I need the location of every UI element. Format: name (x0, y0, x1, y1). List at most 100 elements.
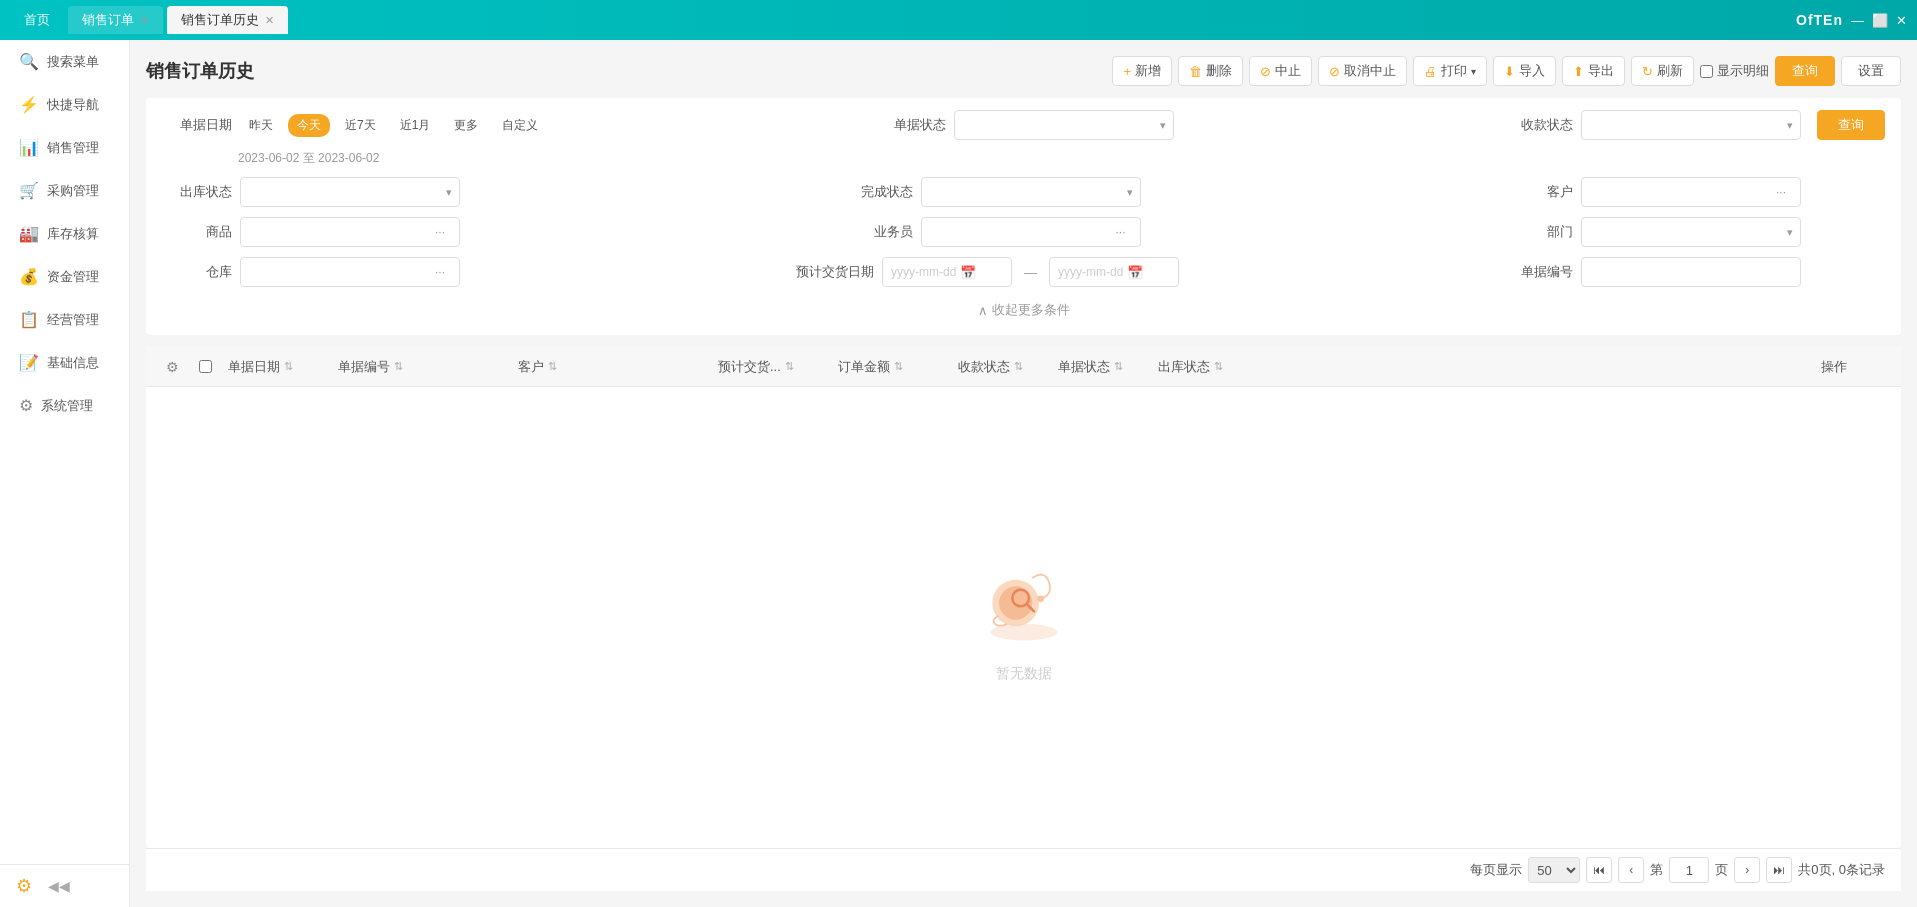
stop-button[interactable]: ⊘ 中止 (1249, 56, 1312, 86)
first-page-btn[interactable]: ⏮ (1586, 857, 1612, 883)
th-action-label: 操作 (1821, 358, 1847, 376)
date-btn-custom[interactable]: 自定义 (493, 114, 547, 137)
delivery-date-start-input[interactable]: yyyy-mm-dd 📅 (882, 257, 1012, 287)
collapse-icon: ∧ (978, 303, 988, 318)
th-pay-status[interactable]: 收款状态 ⇅ (950, 358, 1050, 376)
print-button[interactable]: 🖨 打印 ▾ (1413, 56, 1487, 86)
export-icon: ⬆ (1573, 64, 1584, 79)
warehouse-filter-label: 仓库 (162, 263, 232, 281)
th-delivery[interactable]: 预计交货... ⇅ (710, 358, 830, 376)
prev-page-btn[interactable]: ‹ (1618, 857, 1644, 883)
pagination: 每页显示 50 10 20 100 ⏮ ‹ 第 页 › ⏭ 共0页, 0条记录 (146, 848, 1901, 891)
date-btn-more[interactable]: 更多 (445, 114, 487, 137)
refresh-button[interactable]: ↻ 刷新 (1631, 56, 1694, 86)
query-button[interactable]: 查询 (1775, 56, 1835, 86)
tab-home[interactable]: 首页 (10, 6, 64, 34)
select-all-input[interactable] (199, 360, 212, 373)
cancel-stop-button[interactable]: ⊘ 取消中止 (1318, 56, 1407, 86)
sidebar-item-quicknav[interactable]: ⚡ 快捷导航 (0, 83, 129, 126)
close-btn[interactable]: ✕ (1896, 13, 1907, 28)
table-wrapper: ⚙ 单据日期 ⇅ 单据编号 ⇅ 客户 ⇅ 预计交货... (146, 347, 1901, 848)
sales-icon: 📊 (19, 138, 39, 157)
delivery-date-end-placeholder: yyyy-mm-dd (1058, 265, 1123, 279)
th-customer[interactable]: 客户 ⇅ (510, 358, 710, 376)
order-no-input[interactable] (1590, 258, 1792, 286)
th-delivery-sort-icon: ⇅ (785, 360, 794, 373)
customer-input[interactable] (1590, 178, 1770, 206)
date-btn-today[interactable]: 今天 (288, 114, 330, 137)
pay-status-select[interactable] (1581, 110, 1801, 140)
print-dropdown-icon: ▾ (1471, 66, 1476, 77)
sidebar-item-search[interactable]: 🔍 搜索菜单 (0, 40, 129, 83)
sidebar-item-basicinfo[interactable]: 📝 基础信息 (0, 341, 129, 384)
collapse-row: ∧ 收起更多条件 (162, 297, 1885, 323)
sidebar-item-sales-label: 销售管理 (47, 139, 99, 157)
th-number[interactable]: 单据编号 ⇅ (330, 358, 510, 376)
salesperson-ellipsis-btn[interactable]: ··· (1109, 223, 1131, 241)
product-ellipsis-btn[interactable]: ··· (429, 223, 451, 241)
table-select-all-checkbox[interactable] (190, 360, 220, 373)
sidebar-item-operation[interactable]: 📋 经营管理 (0, 298, 129, 341)
new-button[interactable]: + 新增 (1112, 56, 1172, 86)
sidebar-item-inventory[interactable]: 🏭 库存核算 (0, 212, 129, 255)
tab-sales-order-history-close[interactable]: ✕ (265, 14, 274, 27)
salesperson-input[interactable] (930, 218, 1110, 246)
date-range-text: 2023-06-02 至 2023-06-02 (238, 150, 379, 167)
sidebar-item-purchase[interactable]: 🛒 采购管理 (0, 169, 129, 212)
restore-btn[interactable]: ⬜ (1872, 13, 1888, 28)
setting-button[interactable]: 设置 (1841, 56, 1901, 86)
total-text: 共0页, 0条记录 (1798, 861, 1885, 879)
refresh-icon: ↻ (1642, 64, 1653, 79)
out-status-select[interactable] (240, 177, 460, 207)
dept-select[interactable] (1581, 217, 1801, 247)
th-out-status[interactable]: 出库状态 ⇅ (1150, 358, 1250, 376)
empty-state: 暂无数据 (146, 387, 1901, 848)
import-button[interactable]: ⬇ 导入 (1493, 56, 1556, 86)
th-date[interactable]: 单据日期 ⇅ (220, 358, 330, 376)
table-settings-icon[interactable]: ⚙ (154, 359, 190, 375)
last-page-btn[interactable]: ⏭ (1766, 857, 1792, 883)
collapse-btn[interactable]: ∧ 收起更多条件 (974, 297, 1074, 323)
new-icon: + (1123, 64, 1131, 79)
show-detail-checkbox-label[interactable]: 显示明细 (1700, 62, 1769, 80)
delete-button[interactable]: 🗑 删除 (1178, 56, 1243, 86)
tab-sales-order-history[interactable]: 销售订单历史 ✕ (167, 6, 288, 34)
th-pay-status-label: 收款状态 (958, 358, 1010, 376)
date-filter-label: 单据日期 (162, 116, 232, 134)
export-button[interactable]: ⬆ 导出 (1562, 56, 1625, 86)
page-size-select[interactable]: 50 10 20 100 (1528, 857, 1580, 883)
product-input[interactable] (249, 218, 429, 246)
show-detail-checkbox[interactable] (1700, 65, 1713, 78)
sidebar-collapse-icon[interactable]: ◀◀ (48, 878, 70, 894)
date-separator: — (1020, 265, 1041, 280)
tab-sales-order-close[interactable]: ✕ (140, 14, 149, 27)
next-page-btn[interactable]: › (1734, 857, 1760, 883)
sidebar-item-system[interactable]: ⚙ 系统管理 (0, 384, 129, 427)
delete-icon: 🗑 (1189, 64, 1202, 79)
sidebar-item-capital[interactable]: 💰 资金管理 (0, 255, 129, 298)
pay-status-select-wrapper: ▾ (1581, 110, 1801, 140)
customer-ellipsis-btn[interactable]: ··· (1770, 183, 1792, 201)
th-action: 操作 (1813, 358, 1893, 376)
sidebar-item-sales[interactable]: 📊 销售管理 (0, 126, 129, 169)
th-order-status[interactable]: 单据状态 ⇅ (1050, 358, 1150, 376)
warehouse-ellipsis-btn[interactable]: ··· (429, 263, 451, 281)
warehouse-input[interactable] (249, 258, 429, 286)
operation-icon: 📋 (19, 310, 39, 329)
date-btn-1month[interactable]: 近1月 (391, 114, 440, 137)
tab-sales-order[interactable]: 销售订单 ✕ (68, 6, 163, 34)
date-btn-yesterday[interactable]: 昨天 (240, 114, 282, 137)
th-customer-label: 客户 (518, 358, 544, 376)
import-icon: ⬇ (1504, 64, 1515, 79)
delivery-date-end-input[interactable]: yyyy-mm-dd 📅 (1049, 257, 1179, 287)
minimize-btn[interactable]: — (1851, 13, 1864, 28)
order-status-select[interactable] (954, 110, 1174, 140)
complete-status-select[interactable] (921, 177, 1141, 207)
date-btn-7days[interactable]: 近7天 (336, 114, 385, 137)
page-input[interactable] (1669, 857, 1709, 883)
query-button-2[interactable]: 查询 (1817, 110, 1885, 140)
th-amount[interactable]: 订单金额 ⇅ (830, 358, 950, 376)
calendar-start-icon: 📅 (960, 265, 976, 280)
main-layout: 🔍 搜索菜单 ⚡ 快捷导航 📊 销售管理 🛒 采购管理 🏭 库存核算 💰 资金管… (0, 40, 1917, 907)
sidebar-settings-icon[interactable]: ⚙ (16, 875, 32, 897)
